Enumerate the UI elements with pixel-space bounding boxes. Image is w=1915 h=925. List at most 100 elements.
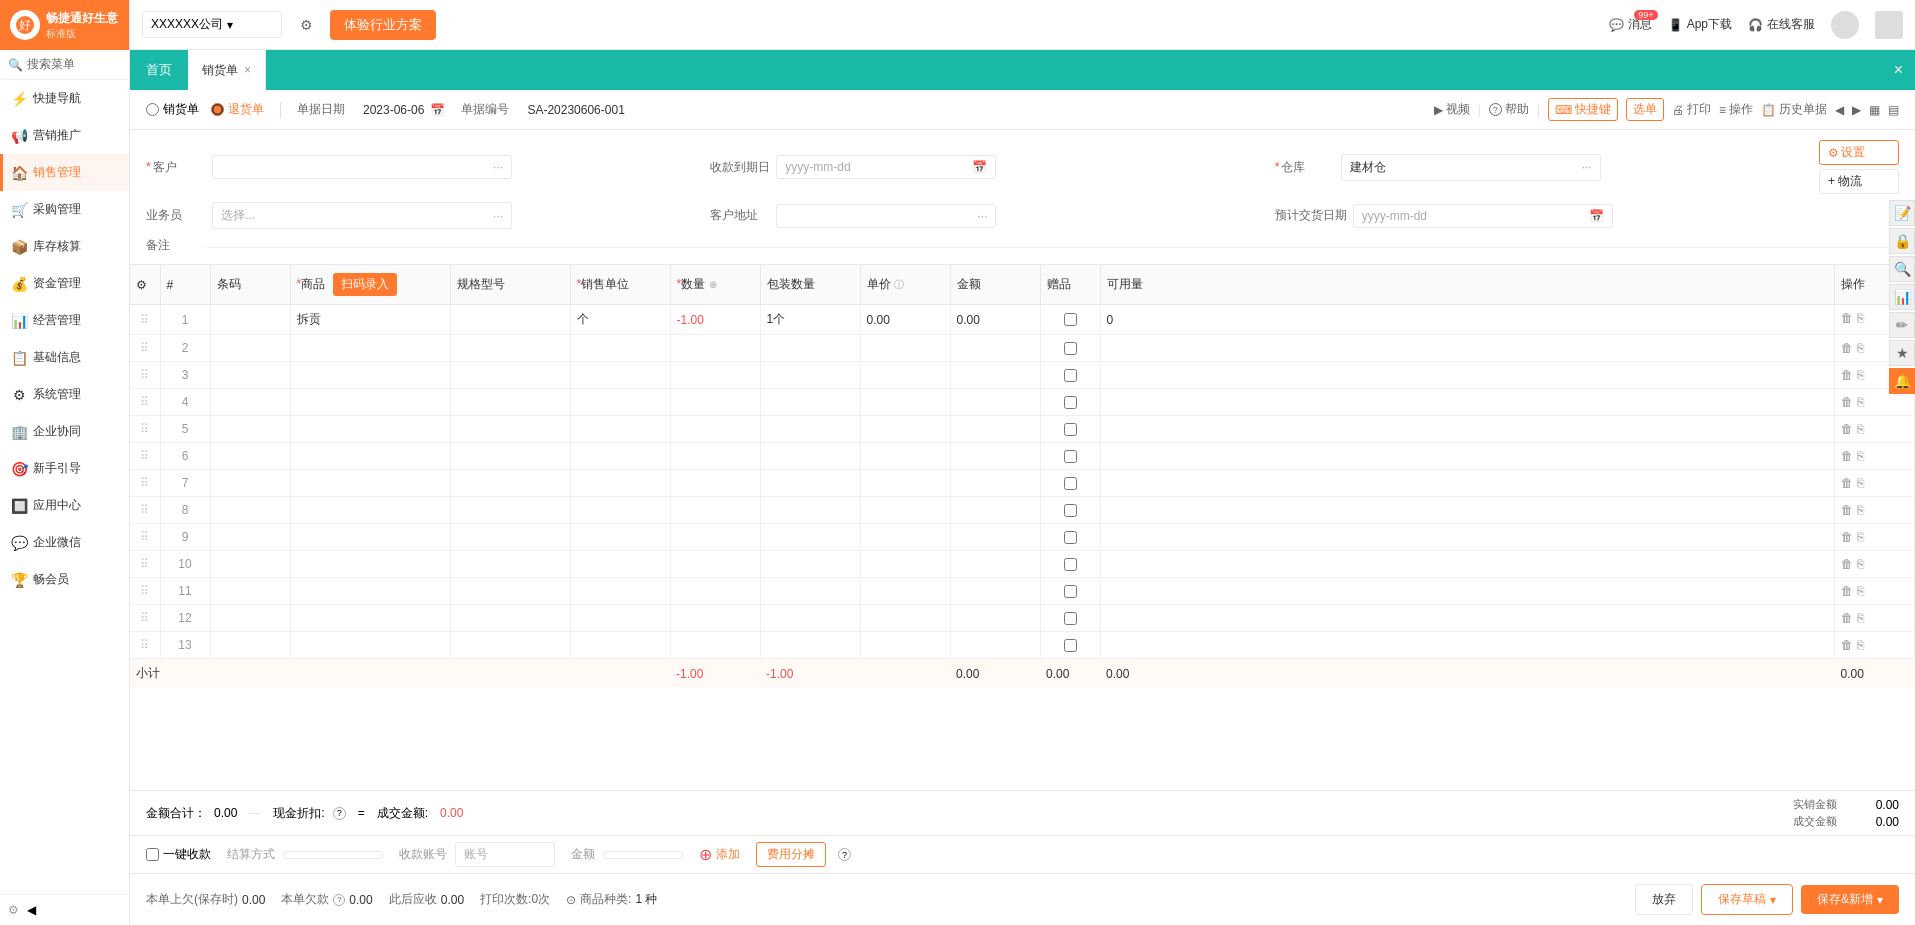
add-payment-btn[interactable]: ⊕ 添加 — [699, 845, 740, 864]
sidebar-item-basics[interactable]: 📋 基础信息 — [0, 339, 129, 376]
row-pkg-qty[interactable] — [760, 605, 860, 632]
row-delete-icon[interactable]: 🗑 — [1841, 476, 1853, 490]
row-copy-icon[interactable]: ⎘ — [1857, 311, 1864, 325]
row-barcode[interactable] — [210, 497, 290, 524]
float-btn-7[interactable]: 🔔 — [1889, 368, 1915, 394]
row-qty[interactable] — [670, 362, 760, 389]
calendar-icon[interactable]: 📅 — [430, 103, 445, 117]
row-unit[interactable] — [570, 470, 670, 497]
row-unit[interactable] — [570, 389, 670, 416]
row-delete-icon[interactable]: 🗑 — [1841, 311, 1853, 325]
float-btn-5[interactable]: ✏ — [1889, 312, 1915, 338]
sidebar-item-finance[interactable]: 💰 资金管理 — [0, 265, 129, 302]
row-barcode[interactable] — [210, 362, 290, 389]
row-pkg-qty[interactable] — [760, 389, 860, 416]
row-gift[interactable] — [1040, 389, 1100, 416]
row-delete-icon[interactable]: 🗑 — [1841, 422, 1853, 436]
row-price[interactable] — [860, 605, 950, 632]
row-amount[interactable] — [950, 605, 1040, 632]
row-barcode[interactable] — [210, 470, 290, 497]
user-menu-icon[interactable] — [1875, 11, 1903, 39]
sidebar-item-enterprise[interactable]: 🏢 企业协同 — [0, 413, 129, 450]
row-gift[interactable] — [1040, 605, 1100, 632]
row-barcode[interactable] — [210, 632, 290, 659]
float-btn-4[interactable]: 📊 — [1889, 284, 1915, 310]
row-price[interactable] — [860, 524, 950, 551]
row-barcode[interactable] — [210, 305, 290, 335]
row-copy-icon[interactable]: ⎘ — [1857, 584, 1864, 598]
row-spec[interactable] — [450, 335, 570, 362]
row-unit[interactable] — [570, 416, 670, 443]
row-price[interactable] — [860, 416, 950, 443]
row-pkg-qty[interactable] — [760, 470, 860, 497]
row-gift[interactable] — [1040, 362, 1100, 389]
row-delete-icon[interactable]: 🗑 — [1841, 449, 1853, 463]
row-copy-icon[interactable]: ⎘ — [1857, 368, 1864, 382]
sidebar-item-marketing[interactable]: 📢 营销推广 — [0, 117, 129, 154]
row-pkg-qty[interactable] — [760, 335, 860, 362]
float-btn-3[interactable]: 🔍 — [1889, 256, 1915, 282]
row-delete-icon[interactable]: 🗑 — [1841, 368, 1853, 382]
row-qty[interactable] — [670, 335, 760, 362]
row-copy-icon[interactable]: ⎘ — [1857, 638, 1864, 652]
row-product[interactable] — [290, 497, 450, 524]
row-price[interactable] — [860, 470, 950, 497]
row-spec[interactable] — [450, 632, 570, 659]
settlement-select[interactable] — [283, 851, 383, 859]
row-gift[interactable] — [1040, 416, 1100, 443]
row-delete-icon[interactable]: 🗑 — [1841, 611, 1853, 625]
row-barcode[interactable] — [210, 551, 290, 578]
row-barcode[interactable] — [210, 578, 290, 605]
remark-input[interactable] — [206, 243, 1899, 248]
row-amount[interactable] — [950, 416, 1040, 443]
row-price[interactable] — [860, 632, 950, 659]
row-gift[interactable] — [1040, 470, 1100, 497]
row-product[interactable] — [290, 335, 450, 362]
row-pkg-qty[interactable] — [760, 497, 860, 524]
radio-return-order[interactable]: 退货单 — [211, 101, 264, 118]
float-btn-2[interactable]: 🔒 — [1889, 228, 1915, 254]
row-delete-icon[interactable]: 🗑 — [1841, 341, 1853, 355]
row-spec[interactable] — [450, 416, 570, 443]
delivery-date-input[interactable]: yyyy-mm-dd 📅 — [1353, 204, 1613, 228]
video-action-btn[interactable]: ▶ 视频 — [1434, 101, 1470, 118]
row-qty[interactable] — [670, 632, 760, 659]
message-badge[interactable]: 💬 消息 99+ — [1609, 16, 1652, 33]
one-click-pay-checkbox[interactable]: 一键收款 — [146, 846, 211, 863]
payment-amount-input[interactable] — [603, 851, 683, 859]
row-product[interactable] — [290, 389, 450, 416]
row-product[interactable] — [290, 578, 450, 605]
row-amount[interactable] — [950, 497, 1040, 524]
row-product[interactable] — [290, 605, 450, 632]
row-qty[interactable] — [670, 605, 760, 632]
sidebar-item-vip[interactable]: 🏆 畅会员 — [0, 561, 129, 598]
row-qty[interactable] — [670, 470, 760, 497]
row-spec[interactable] — [450, 305, 570, 335]
row-qty[interactable] — [670, 551, 760, 578]
tab-sale-order[interactable]: 销货单 × — [188, 50, 266, 90]
row-product[interactable] — [290, 551, 450, 578]
row-delete-icon[interactable]: 🗑 — [1841, 638, 1853, 652]
row-price[interactable] — [860, 335, 950, 362]
row-product[interactable] — [290, 416, 450, 443]
row-copy-icon[interactable]: ⎘ — [1857, 611, 1864, 625]
row-qty[interactable]: -1.00 — [670, 305, 760, 335]
row-pkg-qty[interactable] — [760, 416, 860, 443]
nav-next-btn[interactable]: ▶ — [1852, 103, 1861, 117]
search-menu-item[interactable]: 🔍 搜索菜单 — [0, 50, 129, 80]
row-price[interactable] — [860, 497, 950, 524]
expense-split-btn[interactable]: 费用分摊 — [756, 842, 826, 867]
row-unit[interactable] — [570, 632, 670, 659]
select-order-btn[interactable]: 选单 — [1626, 98, 1664, 121]
row-gift[interactable] — [1040, 443, 1100, 470]
sidebar-item-inventory[interactable]: 📦 库存核算 — [0, 228, 129, 265]
row-copy-icon[interactable]: ⎘ — [1857, 503, 1864, 517]
row-gift[interactable] — [1040, 578, 1100, 605]
sidebar-item-quick-nav[interactable]: ⚡ 快捷导航 — [0, 80, 129, 117]
row-pkg-qty[interactable] — [760, 551, 860, 578]
row-price[interactable] — [860, 362, 950, 389]
row-product[interactable]: 拆贡 — [290, 305, 450, 335]
row-qty[interactable] — [670, 578, 760, 605]
tab-close-icon[interactable]: × — [244, 63, 251, 77]
float-btn-1[interactable]: 📝 — [1889, 200, 1915, 226]
